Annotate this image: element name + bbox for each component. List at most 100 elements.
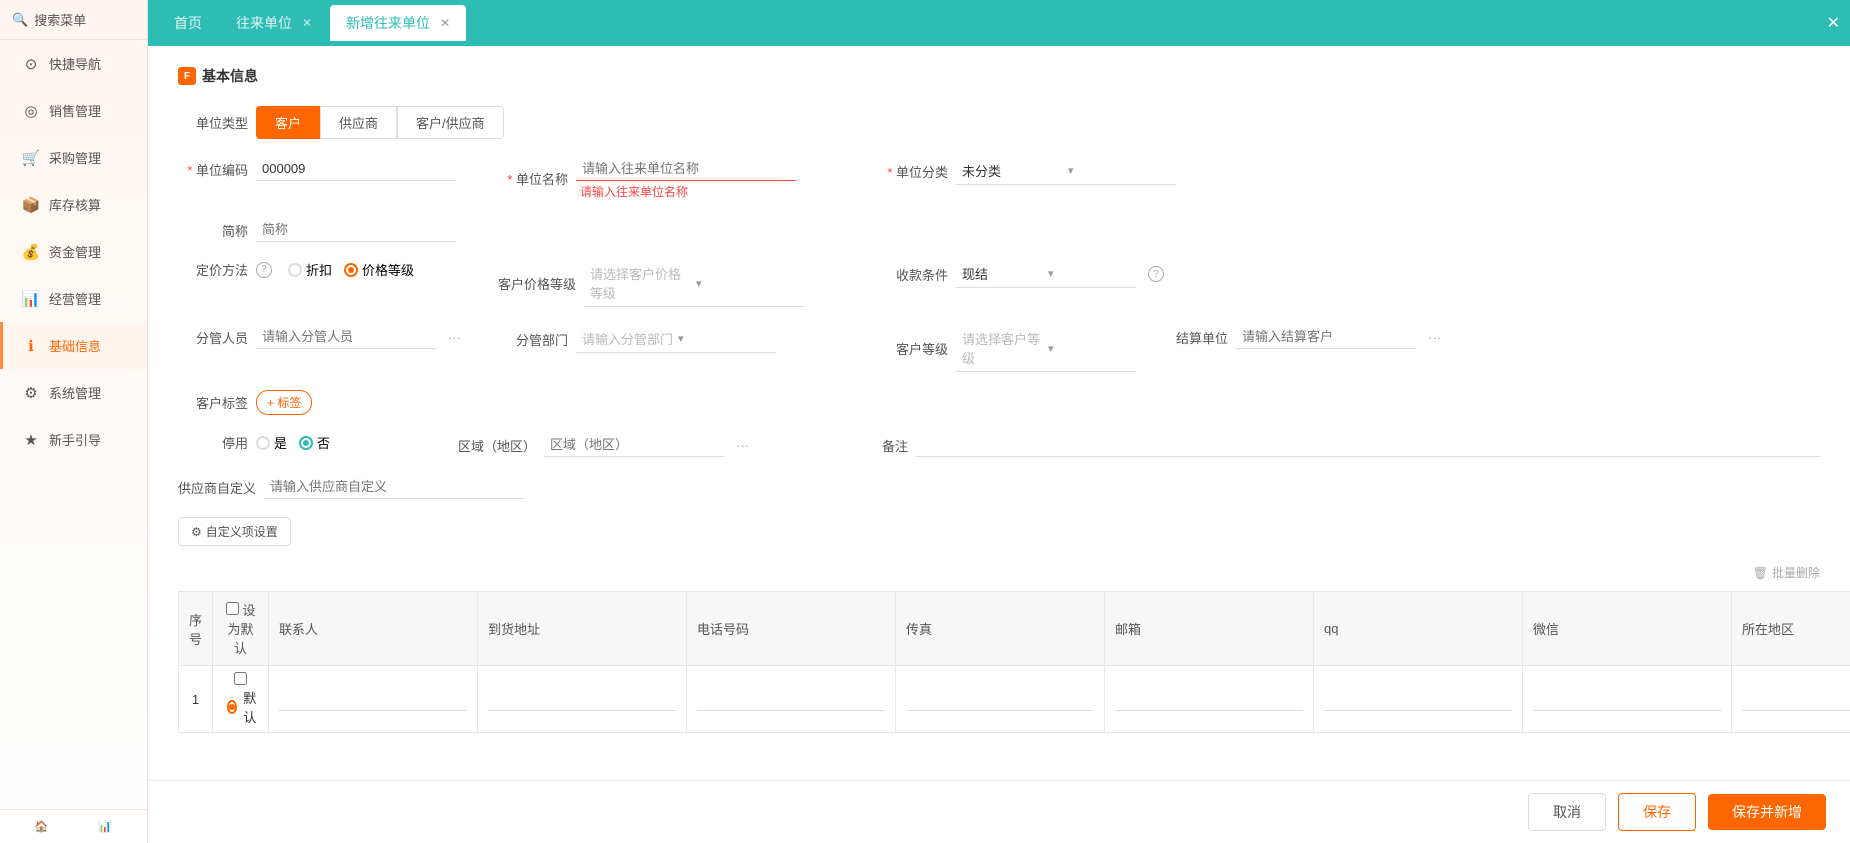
pricing-help-icon[interactable]: ? [256,262,272,278]
custom-settings-button[interactable]: ⚙ 自定义项设置 [178,517,291,546]
tab-partner-list-close[interactable]: ✕ [302,16,312,30]
section-title-text: 基本信息 [202,66,258,86]
trash-icon: 🗑 [1753,566,1768,580]
region-input[interactable] [544,433,724,457]
sidebar-item-operations[interactable]: 📊 经营管理 [0,275,147,322]
row-email-input[interactable] [1115,687,1303,711]
dept-select[interactable]: 请输入分管部门 ▾ [576,325,776,353]
row-address-input[interactable] [488,687,676,711]
manager-more-btn[interactable]: ··· [444,330,465,345]
th-address: 到货地址 [478,592,687,666]
code-name-category-row: 单位编码 单位名称 请输入往来单位名称 单位分类 未分类 ▾ [178,157,1820,200]
customer-level-select[interactable]: 请选择客户等级 ▾ [956,325,1136,372]
settlement-input[interactable] [1236,325,1416,349]
unit-btn-customer[interactable]: 客户 [256,106,320,139]
short-name-input[interactable] [256,218,456,242]
sidebar-label-basic-info: 基础信息 [49,336,101,355]
batch-delete-area: 🗑 批量删除 [178,564,1820,581]
disabled-yes-label: 是 [274,433,287,452]
row-fax-input[interactable] [906,687,1094,711]
disabled-field: 停用 是 否 [178,433,458,452]
sidebar-stats-icon[interactable]: 📊 [98,820,112,833]
tab-new-partner-close[interactable]: ✕ [440,16,450,30]
unit-name-error: 请输入往来单位名称 [580,183,878,200]
row-wechat-input[interactable] [1533,687,1721,711]
unit-category-field: 单位分类 未分类 ▾ [878,157,1198,185]
th-qq: qq [1314,592,1523,666]
sidebar-search[interactable]: 🔍 搜索菜单 [0,0,147,40]
unit-btn-supplier[interactable]: 供应商 [320,106,397,139]
sidebar-label-system: 系统管理 [49,383,101,402]
sidebar-item-basic-info[interactable]: ℹ 基础信息 [0,322,147,369]
disabled-yes-option[interactable]: 是 [256,433,287,452]
tab-new-partner[interactable]: 新增往来单位 ✕ [330,5,466,41]
row-phone-input[interactable] [697,687,885,711]
region-field: 区域（地区） ··· [458,433,838,457]
th-phone: 电话号码 [687,592,896,666]
dept-placeholder: 请输入分管部门 [582,329,674,348]
save-add-button[interactable]: 保存并新增 [1708,794,1826,830]
payment-terms-select[interactable]: 现结 ▾ [956,260,1136,288]
pricing-discount-option[interactable]: 折扣 [288,260,332,279]
sidebar-item-system[interactable]: ⚙ 系统管理 [0,369,147,416]
settlement-label: 结算单位 [1158,328,1228,347]
main-area: 首页 往来单位 ✕ 新增往来单位 ✕ ✕ F 基本信息 单位类型 客户 [148,0,1850,843]
unit-category-chevron: ▾ [1068,164,1170,177]
disabled-label: 停用 [178,433,248,452]
sidebar-item-purchase[interactable]: 🛒 采购管理 [0,134,147,181]
sidebar-item-guide[interactable]: ★ 新手引导 [0,416,147,463]
tab-close-all[interactable]: ✕ [1827,13,1840,33]
customer-price-select[interactable]: 请选择客户价格等级 ▾ [584,260,804,307]
tab-home[interactable]: 首页 [158,5,218,41]
row-qq [1314,666,1523,733]
row-default-cell: 默认 [213,666,269,733]
row-default-radio-item[interactable]: 默认 [227,688,258,726]
sidebar-item-quick-nav[interactable]: ⊙ 快捷导航 [0,40,147,87]
row-contact-input[interactable] [279,687,467,711]
pricing-discount-radio [288,263,302,277]
manager-input[interactable] [256,325,436,349]
add-tag-button[interactable]: + 标签 [256,390,312,415]
inventory-icon: 📦 [21,196,41,214]
sidebar-label-quick-nav: 快捷导航 [49,54,101,73]
sidebar-item-finance[interactable]: 💰 资金管理 [0,228,147,275]
sidebar-item-inventory[interactable]: 📦 库存核算 [0,181,147,228]
th-contact: 联系人 [269,592,478,666]
row-qq-input[interactable] [1324,687,1512,711]
settlement-more-btn[interactable]: ··· [1424,330,1445,345]
select-all-checkbox[interactable] [226,602,239,615]
unit-btn-both[interactable]: 客户/供应商 [397,106,504,139]
dept-field: 分管部门 请输入分管部门 ▾ [498,325,878,353]
batch-delete-label[interactable]: 批量删除 [1772,564,1820,581]
row-region-input[interactable] [1742,687,1850,711]
unit-name-field: 单位名称 请输入往来单位名称 [498,157,878,200]
payment-terms-help-icon[interactable]: ? [1148,266,1164,282]
sidebar-item-sales[interactable]: ◎ 销售管理 [0,87,147,134]
unit-category-value: 未分类 [962,161,1064,180]
customer-level-label: 客户等级 [878,339,948,358]
tab-partner-list[interactable]: 往来单位 ✕ [220,5,328,41]
row-address [478,666,687,733]
unit-code-input[interactable] [256,157,456,181]
sidebar-label-operations: 经营管理 [49,289,101,308]
row-default-label: 默认 [241,688,258,726]
sidebar-bottom: 🏠 📊 [0,809,147,843]
section-icon: F [178,67,196,85]
pricing-level-option[interactable]: 价格等级 [344,260,414,279]
remark-input[interactable] [916,433,1820,457]
short-name-row: 简称 [178,218,1820,242]
supplier-custom-input[interactable] [264,475,524,499]
pricing-label: 定价方法 [178,260,248,279]
unit-category-select[interactable]: 未分类 ▾ [956,157,1176,185]
disabled-yes-radio [256,436,270,450]
save-button[interactable]: 保存 [1618,793,1696,831]
sidebar-home-icon[interactable]: 🏠 [35,820,49,833]
remark-field: 备注 [838,433,1820,457]
unit-name-input[interactable] [576,157,796,181]
cancel-button[interactable]: 取消 [1528,793,1606,831]
manager-field: 分管人员 ··· [178,325,498,349]
customer-level-placeholder: 请选择客户等级 [962,329,1044,367]
disabled-no-option[interactable]: 否 [299,433,330,452]
row-checkbox[interactable] [234,672,247,685]
region-more-btn[interactable]: ··· [732,438,753,453]
